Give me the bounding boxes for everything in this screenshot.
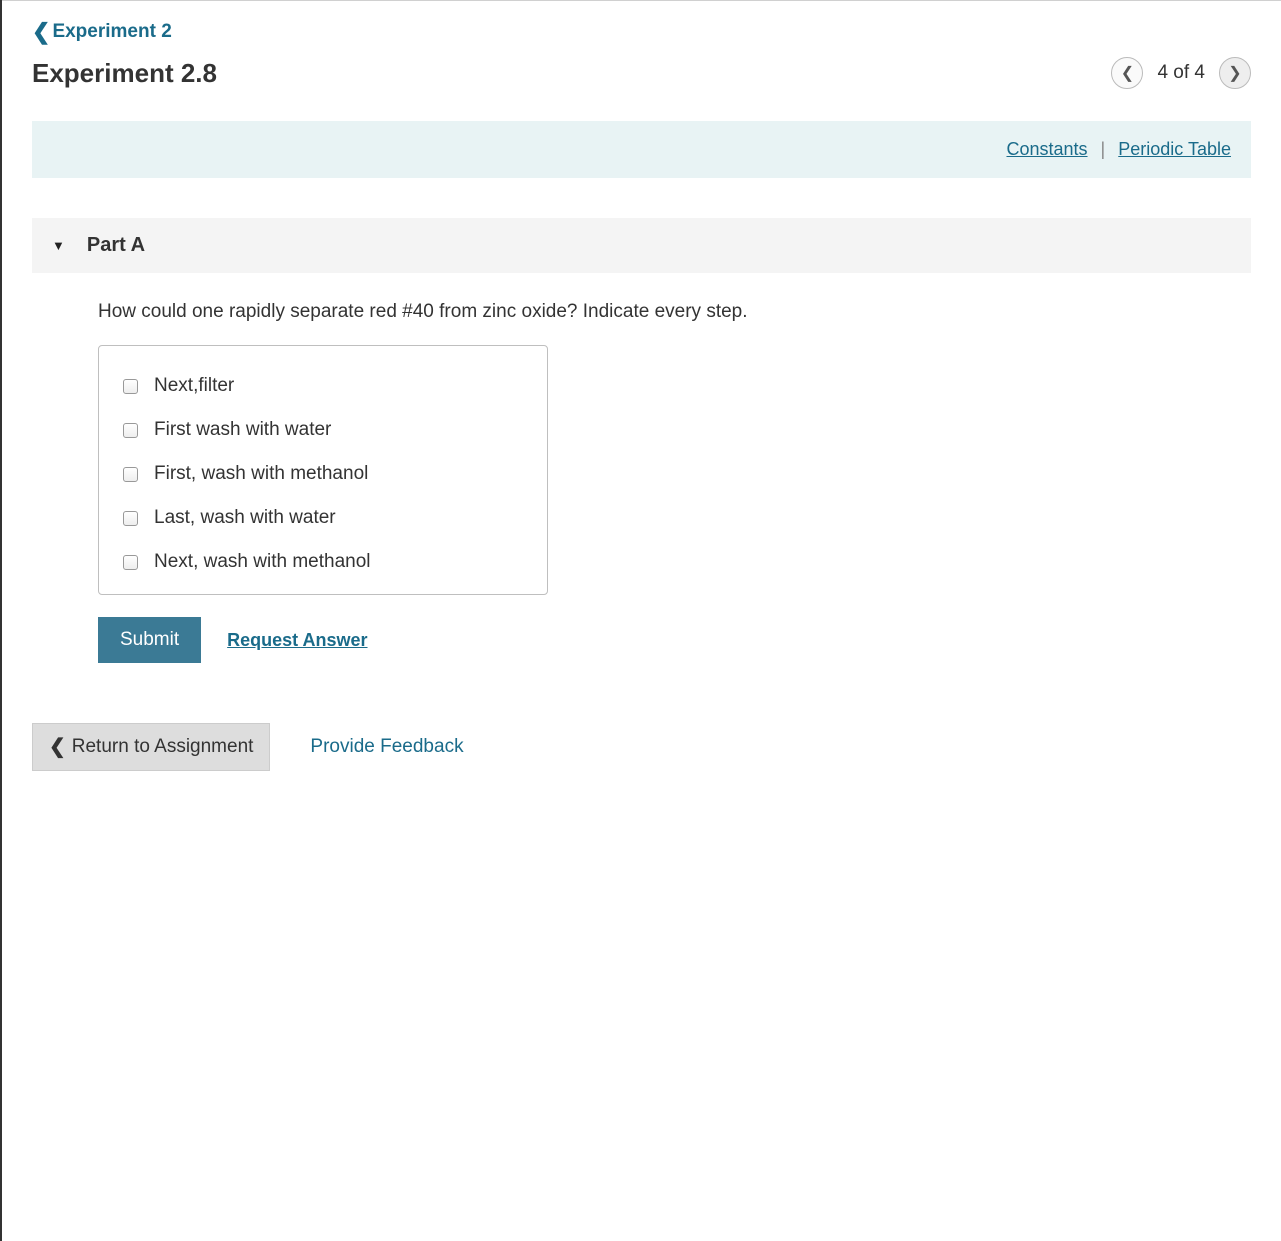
provide-feedback-link[interactable]: Provide Feedback [310,736,463,758]
pager-next-button[interactable]: ❯ [1219,57,1251,89]
page-title: Experiment 2.8 [32,58,217,89]
actions-row: Submit Request Answer [98,617,1251,663]
return-to-assignment-button[interactable]: ❮ Return to Assignment [32,723,270,771]
constants-link[interactable]: Constants [1006,139,1087,159]
checkbox[interactable] [123,467,138,482]
chevron-right-icon: ❯ [1228,63,1241,83]
checkbox[interactable] [123,423,138,438]
checkbox[interactable] [123,555,138,570]
title-row: Experiment 2.8 ❮ 4 of 4 ❯ [32,57,1251,89]
pager: ❮ 4 of 4 ❯ [1111,57,1251,89]
options-box: Next,filter First wash with water First,… [98,345,548,595]
question-text: How could one rapidly separate red #40 f… [98,301,1251,323]
breadcrumb-label: Experiment 2 [52,21,171,43]
chevron-left-icon: ❮ [49,737,66,757]
request-answer-link[interactable]: Request Answer [227,630,367,651]
resources-separator: | [1101,139,1106,159]
return-label: Return to Assignment [72,736,254,758]
option-row[interactable]: First, wash with methanol [117,452,529,496]
option-row[interactable]: Next, wash with methanol [117,540,529,584]
option-label: First wash with water [154,419,331,441]
breadcrumb-back-link[interactable]: ❮ Experiment 2 [32,21,172,43]
part-title: Part A [87,234,145,257]
option-row[interactable]: Next,filter [117,364,529,408]
option-label: Last, wash with water [154,507,336,529]
resources-bar: Constants | Periodic Table [32,121,1251,178]
option-label: Next,filter [154,375,234,397]
submit-button[interactable]: Submit [98,617,201,663]
pager-text: 4 of 4 [1157,62,1205,84]
chevron-left-icon: ❮ [32,21,50,43]
caret-down-icon: ▼ [52,238,65,253]
part-header[interactable]: ▼ Part A [32,218,1251,273]
option-row[interactable]: Last, wash with water [117,496,529,540]
checkbox[interactable] [123,511,138,526]
question-area: How could one rapidly separate red #40 f… [32,301,1251,663]
option-row[interactable]: First wash with water [117,408,529,452]
pager-prev-button[interactable]: ❮ [1111,57,1143,89]
periodic-table-link[interactable]: Periodic Table [1118,139,1231,159]
option-label: First, wash with methanol [154,463,368,485]
checkbox[interactable] [123,379,138,394]
option-label: Next, wash with methanol [154,551,371,573]
chevron-left-icon: ❮ [1121,63,1134,83]
footer-row: ❮ Return to Assignment Provide Feedback [32,723,1251,771]
